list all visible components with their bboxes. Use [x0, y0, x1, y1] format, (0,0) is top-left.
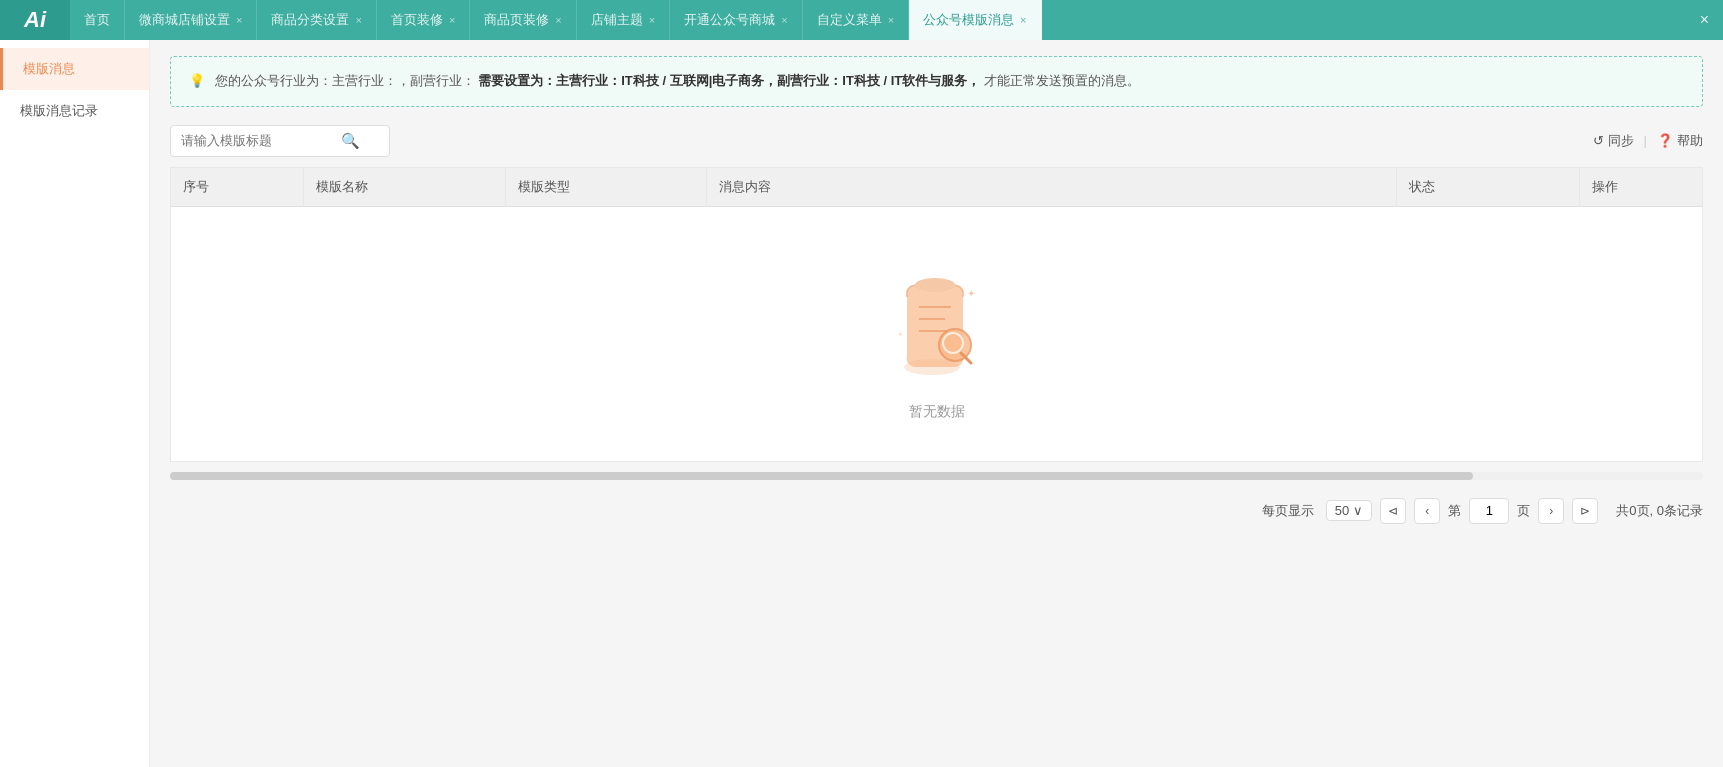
help-button[interactable]: ❓ 帮助 — [1657, 132, 1703, 150]
chevron-down-icon: ∨ — [1353, 503, 1363, 518]
table-body: ✦ ✦ 暂无数据 — [171, 206, 1703, 461]
last-page-button[interactable]: ⊳ — [1572, 498, 1598, 524]
top-nav: Ai 首页微商城店铺设置×商品分类设置×首页装修×商品页装修×店铺主题×开通公众… — [0, 0, 1723, 40]
close-all-button[interactable]: × — [1686, 11, 1723, 29]
nav-tab-shop-theme[interactable]: 店铺主题× — [577, 0, 670, 40]
nav-tabs: 首页微商城店铺设置×商品分类设置×首页装修×商品页装修×店铺主题×开通公众号商城… — [70, 0, 1686, 40]
search-icon[interactable]: 🔍 — [341, 132, 360, 150]
scrollbar-thumb[interactable] — [170, 472, 1473, 480]
toolbar: 🔍 ↺ 同步 | ❓ 帮助 — [170, 125, 1703, 157]
first-page-button[interactable]: ⊲ — [1380, 498, 1406, 524]
page-number-input[interactable] — [1469, 498, 1509, 524]
empty-illustration: ✦ ✦ — [877, 267, 997, 387]
page-size-value: 50 — [1335, 503, 1349, 518]
sidebar-item-template-msg-record[interactable]: 模版消息记录 — [0, 90, 149, 132]
svg-text:✦: ✦ — [897, 330, 904, 339]
nav-tab-home[interactable]: 首页 — [70, 0, 125, 40]
close-tab-wechat-shop[interactable]: × — [236, 14, 242, 26]
notice-highlight: 需要设置为：主营行业：IT科技 / 互联网|电子商务，副营行业：IT科技 / I… — [478, 73, 980, 88]
next-page-button[interactable]: › — [1538, 498, 1564, 524]
notice-icon: 💡 — [189, 73, 205, 88]
sync-label: 同步 — [1608, 132, 1634, 150]
logo: Ai — [0, 0, 70, 40]
divider: | — [1644, 133, 1647, 148]
toolbar-right: ↺ 同步 | ❓ 帮助 — [1593, 132, 1703, 150]
col-name: 模版名称 — [304, 167, 505, 206]
table-header: 序号模版名称模版类型消息内容状态操作 — [171, 167, 1703, 206]
empty-state: ✦ ✦ 暂无数据 — [171, 207, 1702, 461]
close-tab-open-mall[interactable]: × — [781, 14, 787, 26]
close-tab-template-msg[interactable]: × — [1020, 14, 1026, 26]
main-layout: 模版消息模版消息记录 💡 您的公众号行业为：主营行业：，副营行业： 需要设置为：… — [0, 40, 1723, 767]
col-index: 序号 — [171, 167, 304, 206]
nav-tab-product-category[interactable]: 商品分类设置× — [257, 0, 376, 40]
nav-tab-product-decor[interactable]: 商品页装修× — [470, 0, 576, 40]
content-area: 💡 您的公众号行业为：主营行业：，副营行业： 需要设置为：主营行业：IT科技 /… — [150, 40, 1723, 767]
col-status: 状态 — [1396, 167, 1580, 206]
empty-text: 暂无数据 — [909, 403, 965, 421]
pagination: 每页显示 50 ∨ ⊲ ‹ 第 页 › ⊳ 共0页, 0条记录 — [170, 490, 1703, 532]
nav-tab-template-msg[interactable]: 公众号模版消息× — [909, 0, 1041, 40]
table-scrollbar[interactable] — [170, 472, 1703, 480]
table-header-row: 序号模版名称模版类型消息内容状态操作 — [171, 167, 1703, 206]
close-tab-product-decor[interactable]: × — [555, 14, 561, 26]
page-suffix: 页 — [1517, 502, 1530, 520]
sidebar: 模版消息模版消息记录 — [0, 40, 150, 767]
col-action: 操作 — [1580, 167, 1703, 206]
notice-banner: 💡 您的公众号行业为：主营行业：，副营行业： 需要设置为：主营行业：IT科技 /… — [170, 56, 1703, 107]
empty-row: ✦ ✦ 暂无数据 — [171, 206, 1703, 461]
nav-tab-wechat-shop[interactable]: 微商城店铺设置× — [125, 0, 257, 40]
close-tab-product-category[interactable]: × — [355, 14, 361, 26]
search-box[interactable]: 🔍 — [170, 125, 390, 157]
sidebar-item-template-msg[interactable]: 模版消息 — [0, 48, 149, 90]
page-prefix: 第 — [1448, 502, 1461, 520]
nav-tab-custom-menu[interactable]: 自定义菜单× — [803, 0, 909, 40]
page-size-label: 每页显示 — [1262, 502, 1314, 520]
col-type: 模版类型 — [505, 167, 706, 206]
page-size-select[interactable]: 50 ∨ — [1326, 500, 1372, 521]
help-label: 帮助 — [1677, 132, 1703, 150]
notice-suffix: 才能正常发送预置的消息。 — [984, 73, 1140, 88]
help-icon: ❓ — [1657, 133, 1673, 148]
data-table: 序号模版名称模版类型消息内容状态操作 — [170, 167, 1703, 462]
prev-page-button[interactable]: ‹ — [1414, 498, 1440, 524]
close-tab-home-decor[interactable]: × — [449, 14, 455, 26]
search-input[interactable] — [181, 133, 341, 148]
close-tab-shop-theme[interactable]: × — [649, 14, 655, 26]
svg-point-1 — [915, 278, 955, 292]
col-content: 消息内容 — [707, 167, 1396, 206]
sync-button[interactable]: ↺ 同步 — [1593, 132, 1634, 150]
total-info: 共0页, 0条记录 — [1616, 502, 1703, 520]
nav-tab-home-decor[interactable]: 首页装修× — [377, 0, 470, 40]
nav-tab-open-mall[interactable]: 开通公众号商城× — [670, 0, 802, 40]
svg-text:✦: ✦ — [967, 288, 975, 299]
sync-icon: ↺ — [1593, 133, 1604, 148]
close-tab-custom-menu[interactable]: × — [888, 14, 894, 26]
notice-prefix: 您的公众号行业为：主营行业：，副营行业： — [215, 73, 475, 88]
